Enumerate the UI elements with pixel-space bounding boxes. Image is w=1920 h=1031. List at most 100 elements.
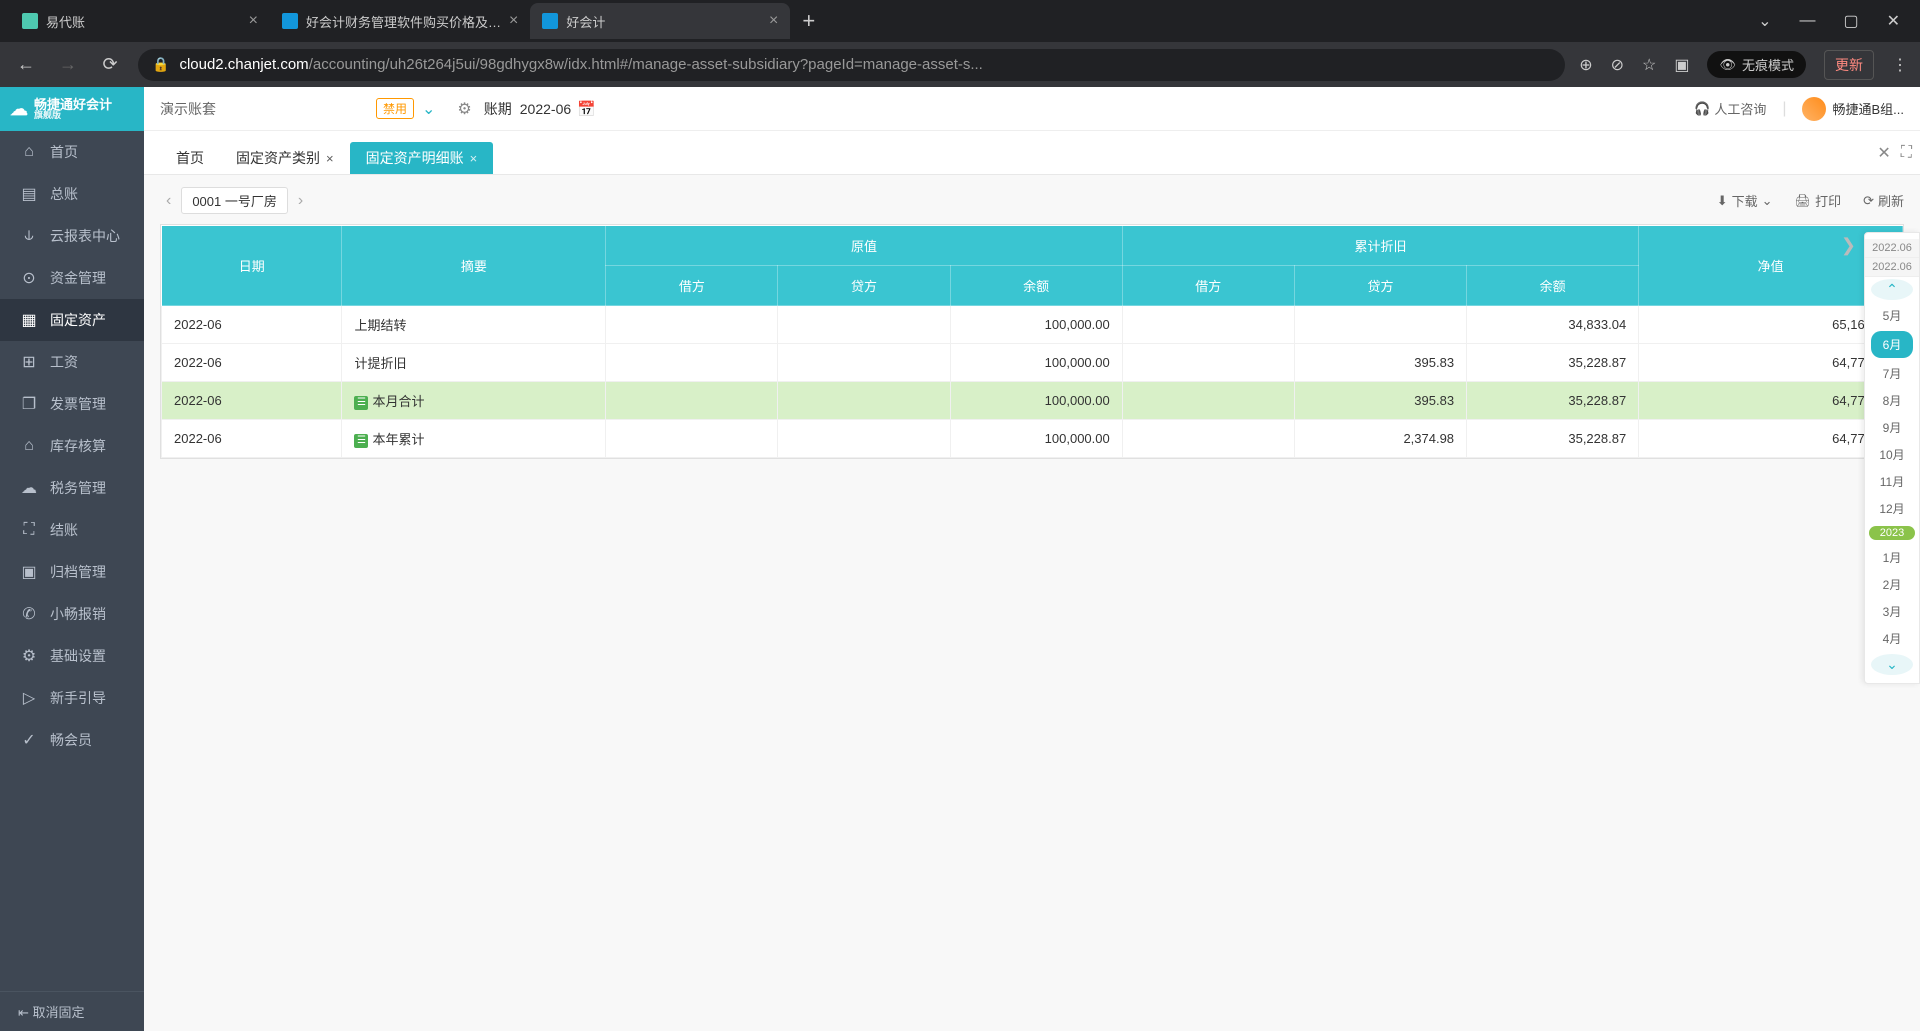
sidebar-item-10[interactable]: ▣归档管理 <box>0 551 144 593</box>
cell-d-balance: 35,228.87 <box>1467 344 1639 382</box>
sidebar-item-4[interactable]: ▦固定资产 <box>0 299 144 341</box>
table-row[interactable]: 2022-06☰本年累计100,000.002,374.9835,228.876… <box>162 420 1903 458</box>
sidebar-item-6[interactable]: ❐发票管理 <box>0 383 144 425</box>
year-top-2[interactable]: 2022.06 <box>1865 258 1919 277</box>
month-item[interactable]: 11月 <box>1865 468 1919 495</box>
calendar-icon[interactable]: 📅 <box>577 100 596 118</box>
sidebar-icon: ▣ <box>18 562 40 582</box>
cell-d-balance: 35,228.87 <box>1467 382 1639 420</box>
month-item[interactable]: 6月 <box>1871 331 1913 358</box>
cell-d-balance: 34,833.04 <box>1467 306 1639 344</box>
url-input[interactable]: 🔒 cloud2.chanjet.com/accounting/uh26t264… <box>138 49 1565 81</box>
update-button[interactable]: 更新 <box>1824 50 1874 80</box>
app-tab-0[interactable]: 首页 <box>160 142 220 174</box>
month-item[interactable]: 10月 <box>1865 441 1919 468</box>
table-row[interactable]: 2022-06计提折旧100,000.00395.8335,228.8764,7… <box>162 344 1903 382</box>
new-tab-button[interactable]: + <box>802 8 815 34</box>
gear-icon[interactable]: ⚙ <box>457 99 471 119</box>
month-item[interactable]: 8月 <box>1865 387 1919 414</box>
tab-title: 易代账 <box>46 12 241 31</box>
sidebar-label: 小畅报销 <box>50 604 106 624</box>
chevron-down-icon[interactable]: ⌄ <box>1758 11 1771 31</box>
print-button[interactable]: 🖨 打印 <box>1795 191 1842 210</box>
sidebar-item-2[interactable]: ⫝云报表中心 <box>0 215 144 257</box>
browser-tab-1[interactable]: 易代账 × <box>10 3 270 39</box>
reload-button[interactable]: ⟳ <box>96 54 124 75</box>
sidebar-item-9[interactable]: ⛶结账 <box>0 509 144 551</box>
prev-asset-button[interactable]: ‹ <box>160 192 177 210</box>
download-button[interactable]: ⬇ 下载 ⌄ <box>1717 191 1773 210</box>
sidebar-pin-toggle[interactable]: ⇤ 取消固定 <box>0 991 144 1031</box>
sidebar-item-14[interactable]: ✓畅会员 <box>0 719 144 761</box>
sidebar-item-13[interactable]: ▷新手引导 <box>0 677 144 719</box>
tab-label: 首页 <box>176 148 204 168</box>
sidebar-item-7[interactable]: ⌂库存核算 <box>0 425 144 467</box>
close-all-tabs-icon[interactable]: ✕ <box>1877 143 1890 163</box>
extensions-icon[interactable]: ⊘ <box>1611 55 1624 75</box>
unpin-icon: ⇤ <box>18 1005 29 1020</box>
support-link[interactable]: 🎧 人工咨询 <box>1694 99 1766 118</box>
month-item[interactable]: 2月 <box>1865 571 1919 598</box>
sidebar-item-11[interactable]: ✆小畅报销 <box>0 593 144 635</box>
month-item[interactable]: 5月 <box>1865 302 1919 329</box>
app-tab-1[interactable]: 固定资产类别× <box>220 142 350 174</box>
avatar <box>1802 97 1826 121</box>
close-window-icon[interactable]: ✕ <box>1887 11 1900 31</box>
table-row[interactable]: 2022-06上期结转100,000.0034,833.0465,166.96 <box>162 306 1903 344</box>
table-row[interactable]: 2022-06☰本月合计100,000.00395.8335,228.8764,… <box>162 382 1903 420</box>
search-icon[interactable]: ⊕ <box>1579 55 1592 75</box>
sidebar-icon: ⚙ <box>18 646 40 666</box>
next-asset-button[interactable]: › <box>292 192 309 210</box>
reader-icon[interactable]: ▣ <box>1674 55 1689 75</box>
fullscreen-icon[interactable]: ⛶ <box>1901 144 1912 162</box>
forward-button[interactable]: → <box>54 54 82 75</box>
sidebar-icon: ⌂ <box>18 143 40 161</box>
close-tab-icon[interactable]: × <box>769 12 778 30</box>
close-tab-icon[interactable]: × <box>249 12 258 30</box>
back-button[interactable]: ← <box>12 54 40 75</box>
asset-selector[interactable]: 0001 一号厂房 <box>181 187 288 214</box>
maximize-icon[interactable]: ▢ <box>1843 11 1858 31</box>
cell-d-debit <box>1122 344 1294 382</box>
close-tab-icon[interactable]: × <box>326 151 334 166</box>
scroll-up-icon[interactable]: ⌃ <box>1871 279 1913 300</box>
close-tab-icon[interactable]: × <box>509 12 518 30</box>
bookmark-icon[interactable]: ☆ <box>1642 55 1656 75</box>
chevron-down-icon: ⌄ <box>1762 193 1773 209</box>
sidebar-item-1[interactable]: ▤总账 <box>0 173 144 215</box>
menu-icon[interactable]: ⋮ <box>1892 55 1908 75</box>
year-top-1[interactable]: 2022.06 <box>1865 239 1919 258</box>
main-area: 演示账套 禁用 ⌄ ⚙ 账期 2022-06 📅 🎧 人工咨询 | 畅捷通B组.… <box>144 87 1920 1031</box>
browser-tab-3[interactable]: 好会计 × <box>530 3 790 39</box>
sidebar-icon: ⫝ <box>18 227 40 245</box>
sidebar-label: 畅会员 <box>50 730 92 750</box>
sidebar-item-12[interactable]: ⚙基础设置 <box>0 635 144 677</box>
month-item[interactable]: 9月 <box>1865 414 1919 441</box>
sidebar-item-3[interactable]: ⊙资金管理 <box>0 257 144 299</box>
account-set-selector[interactable]: 演示账套 <box>160 99 216 119</box>
sidebar-item-5[interactable]: ⊞工资 <box>0 341 144 383</box>
close-tab-icon[interactable]: × <box>470 151 478 166</box>
month-item[interactable]: 7月 <box>1865 360 1919 387</box>
minimize-icon[interactable]: — <box>1799 12 1815 30</box>
app-tab-2[interactable]: 固定资产明细账× <box>350 142 494 174</box>
browser-tab-2[interactable]: 好会计财务管理软件购买价格及… × <box>270 3 530 39</box>
cell-o-debit <box>606 306 778 344</box>
chevron-down-icon[interactable]: ⌄ <box>422 99 435 119</box>
scroll-down-icon[interactable]: ⌄ <box>1871 654 1913 675</box>
app-tabs-bar: 首页固定资产类别×固定资产明细账× ✕ ⛶ <box>144 131 1920 175</box>
sidebar-item-0[interactable]: ⌂首页 <box>0 131 144 173</box>
scroll-handle-icon[interactable]: ❯ <box>1841 235 1856 256</box>
month-item[interactable]: 1月 <box>1865 544 1919 571</box>
sidebar-item-8[interactable]: ☁税务管理 <box>0 467 144 509</box>
month-item[interactable]: 12月 <box>1865 495 1919 522</box>
sidebar-label: 发票管理 <box>50 394 106 414</box>
month-item[interactable]: 3月 <box>1865 598 1919 625</box>
sidebar-label: 税务管理 <box>50 478 106 498</box>
disable-tag[interactable]: 禁用 <box>376 98 414 119</box>
refresh-button[interactable]: ⟳ 刷新 <box>1863 191 1904 210</box>
cell-d-credit <box>1294 306 1466 344</box>
month-item[interactable]: 4月 <box>1865 625 1919 652</box>
user-menu[interactable]: 畅捷通B组... <box>1802 97 1904 121</box>
cell-d-debit <box>1122 420 1294 458</box>
